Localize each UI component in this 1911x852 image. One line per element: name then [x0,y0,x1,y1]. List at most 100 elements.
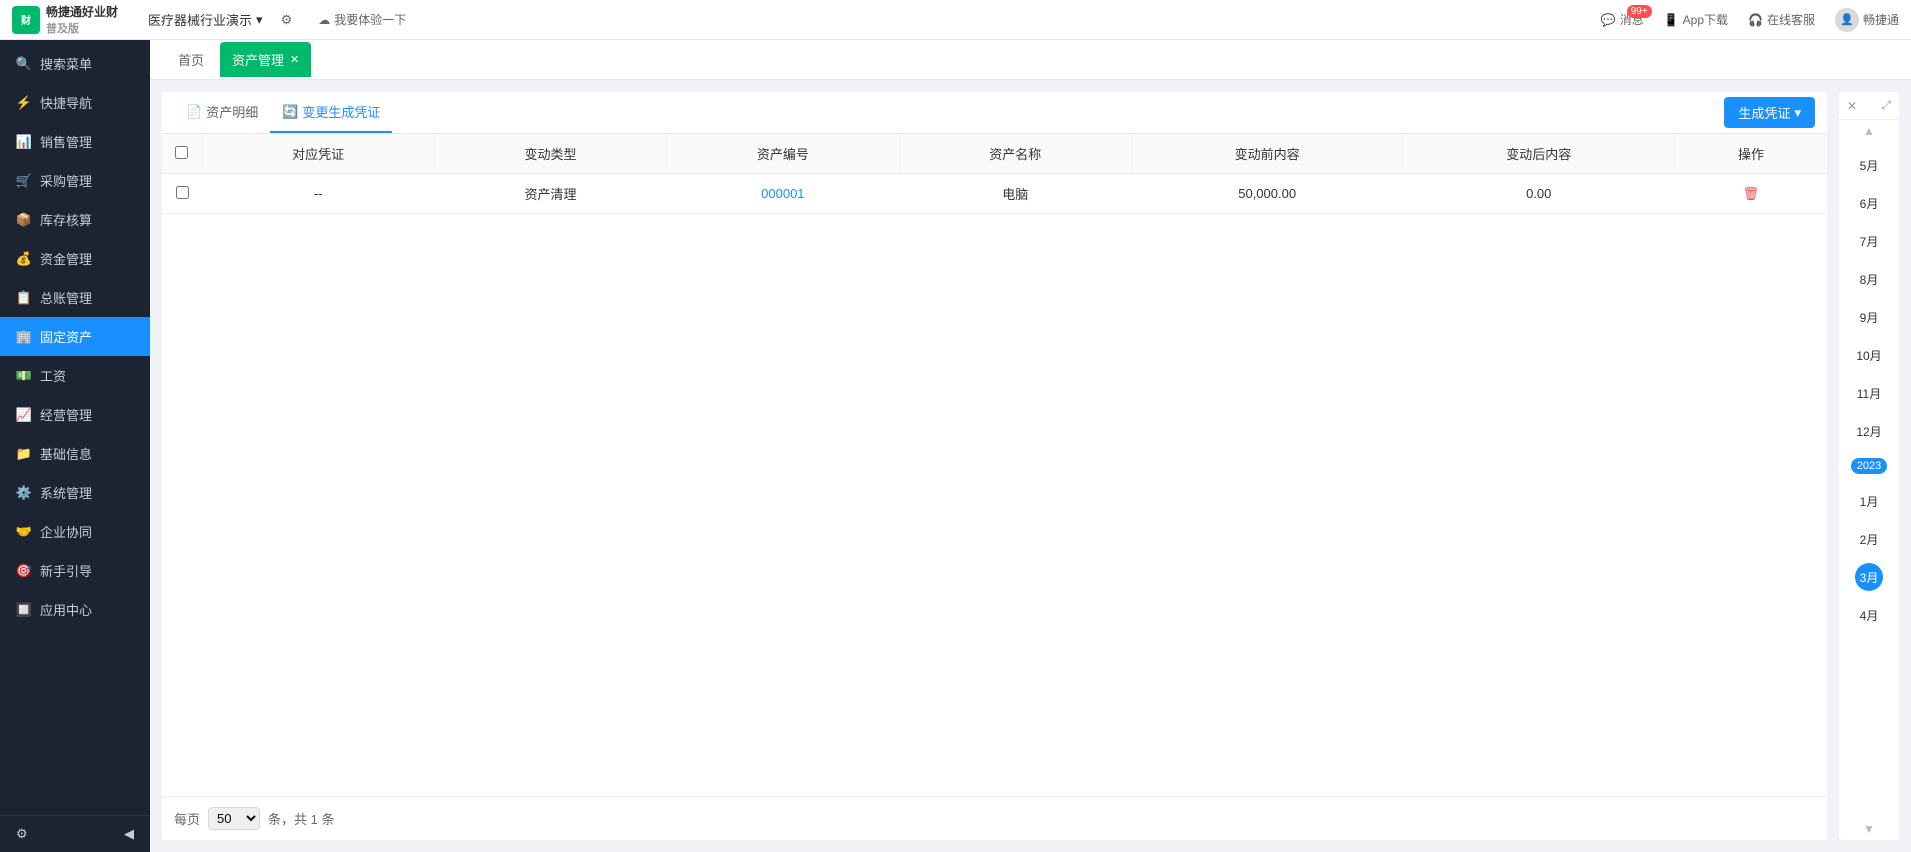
sidebar-item-purchase[interactable]: 🛒 采购管理 [0,161,150,200]
finance-icon: 💰 [16,251,32,267]
app-download-action[interactable]: 📱 App下载 [1664,11,1728,28]
logo-icon: 财 [12,6,40,34]
enterprise-icon: 🤝 [16,524,32,540]
sidebar-item-payroll[interactable]: 💵 工资 [0,356,150,395]
sidebar-item-guide-label: 新手引导 [40,561,92,580]
tab-home-label: 首页 [178,53,204,68]
header-asset-name: 资产名称 [899,134,1131,174]
sidebar-item-enterprise[interactable]: 🤝 企业协同 [0,512,150,551]
sales-icon: 📊 [16,134,32,150]
scroll-up-arrow[interactable]: ▲ [1839,120,1899,142]
sidebar-item-sales-label: 销售管理 [40,132,92,151]
quicknav-icon: ⚡ [16,95,32,111]
timeline-month-11[interactable]: 11月 [1839,374,1899,412]
year-2023-section: 2023 [1839,450,1899,482]
row-operation: 🗑 [1675,174,1827,214]
month-2023-4-circle: 4月 [1855,601,1883,629]
service-icon: 🎧 [1748,13,1763,27]
system-icon: ⚙️ [16,485,32,501]
sidebar-item-ledger[interactable]: 📋 总账管理 [0,278,150,317]
delete-icon[interactable]: 🗑 [1743,186,1760,201]
timeline-month-5[interactable]: 5月 [1839,146,1899,184]
per-page-select[interactable]: 10 20 50 100 [208,807,260,830]
timeline-month-12[interactable]: 12月 [1839,412,1899,450]
sidebar-item-app-center[interactable]: 🔲 应用中心 [0,590,150,629]
user-action[interactable]: 👤 畅捷通 [1835,8,1899,32]
row-asset-code[interactable]: 000001 [667,174,899,214]
app-logo: 财 畅捷通好业财 普及版 [12,3,118,36]
sidebar-item-purchase-label: 采购管理 [40,171,92,190]
avatar: 👤 [1835,8,1859,32]
settings-icon[interactable]: ⚙ [281,12,293,28]
sidebar-item-operations-label: 经营管理 [40,405,92,424]
sidebar-item-quicknav[interactable]: ⚡ 快捷导航 [0,83,150,122]
timeline-month-2023-3[interactable]: 3月 [1839,558,1899,596]
sub-tab-change-voucher[interactable]: 🔄 变更生成凭证 [270,92,392,133]
sub-tabs: 📄 资产明细 🔄 变更生成凭证 生成凭证 ▾ [162,92,1827,134]
sidebar-item-ledger-label: 总账管理 [40,288,92,307]
logo-area: 畅捷通好业财 普及版 [46,3,118,36]
tab-asset-mgmt[interactable]: 资产管理 ✕ [220,42,311,77]
sidebar-item-system[interactable]: ⚙️ 系统管理 [0,473,150,512]
sidebar-item-quicknav-label: 快捷导航 [40,93,92,112]
top-header: 财 畅捷通好业财 普及版 医疗器械行业演示 ▾ ⚙ ☁ 我要体验一下 💬 消息 … [0,0,1911,40]
year-2023-tag[interactable]: 2023 [1851,458,1887,474]
tab-home[interactable]: 首页 [166,42,216,77]
timeline-month-7[interactable]: 7月 [1839,222,1899,260]
sidebar-item-sales[interactable]: 📊 销售管理 [0,122,150,161]
timeline-month-2023-1[interactable]: 1月 [1839,482,1899,520]
per-page-label: 每页 [174,809,200,828]
sub-tab-asset-detail[interactable]: 📄 资产明细 [174,92,270,133]
sub-tabs-actions: 生成凭证 ▾ [1724,97,1815,128]
month-2023-1-circle: 1月 [1855,487,1883,515]
sidebar-collapse-icon[interactable]: ◀ [124,826,134,842]
table-wrapper: 对应凭证 变动类型 资产编号 资产名称 变动前内容 变动后内容 操作 [162,134,1827,796]
online-service-action[interactable]: 🎧 在线客服 [1748,11,1815,28]
messages-action[interactable]: 💬 消息 99+ [1601,11,1644,28]
timeline-month-2023-2[interactable]: 2月 [1839,520,1899,558]
guide-icon: 🎯 [16,563,32,579]
fixed-assets-icon: 🏢 [16,329,32,345]
sidebar-settings-icon[interactable]: ⚙ [16,826,28,842]
sidebar-item-finance[interactable]: 💰 资金管理 [0,239,150,278]
generate-voucher-dropdown-icon: ▾ [1794,105,1801,121]
sidebar-item-inventory[interactable]: 📦 库存核算 [0,200,150,239]
timeline-month-10[interactable]: 10月 [1839,336,1899,374]
timeline-month-8[interactable]: 8月 [1839,260,1899,298]
sidebar-item-basic-info[interactable]: 📁 基础信息 [0,434,150,473]
row-asset-name: 电脑 [899,174,1131,214]
main-layout: 🔍 搜索菜单 ⚡ 快捷导航 📊 销售管理 🛒 采购管理 📦 库存核算 💰 [0,40,1911,852]
tab-close-icon[interactable]: ✕ [290,53,299,66]
table-row: -- 资产清理 000001 电脑 50,000.00 0.00 🗑 [162,174,1827,214]
sidebar: 🔍 搜索菜单 ⚡ 快捷导航 📊 销售管理 🛒 采购管理 📦 库存核算 💰 [0,40,150,852]
experience-button[interactable]: ☁ 我要体验一下 [318,11,406,28]
company-selector[interactable]: 医疗器械行业演示 ▾ [148,10,263,29]
timeline-month-6[interactable]: 6月 [1839,184,1899,222]
sidebar-item-fixed-assets[interactable]: 🏢 固定资产 [0,317,150,356]
sidebar-item-guide[interactable]: 🎯 新手引导 [0,551,150,590]
timeline-month-2023-4[interactable]: 4月 [1839,596,1899,634]
content-area: 首页 资产管理 ✕ 📄 资产明细 🔄 变更生成凭证 [150,40,1911,852]
user-name: 畅捷通 [1863,11,1899,28]
select-all-checkbox[interactable] [175,146,188,159]
row-checkbox[interactable] [176,186,189,199]
timeline-expand-icon[interactable]: ⤢ [1881,98,1891,113]
sidebar-item-operations[interactable]: 📈 经营管理 [0,395,150,434]
scroll-down-arrow[interactable]: ▼ [1839,818,1899,840]
operations-icon: 📈 [16,407,32,423]
month-8-circle: 8月 [1855,265,1883,293]
header-checkbox-cell [162,134,202,174]
timeline-close-icon[interactable]: ✕ [1847,99,1857,113]
sidebar-item-search[interactable]: 🔍 搜索菜单 [0,44,150,83]
table-header: 对应凭证 变动类型 资产编号 资产名称 变动前内容 变动后内容 操作 [162,134,1827,174]
month-5-circle: 5月 [1855,151,1883,179]
sidebar-item-inventory-label: 库存核算 [40,210,92,229]
sidebar-item-enterprise-label: 企业协同 [40,522,92,541]
month-2023-2-circle: 2月 [1855,525,1883,553]
timeline-month-9[interactable]: 9月 [1839,298,1899,336]
download-icon: 📱 [1664,13,1679,27]
header-voucher: 对应凭证 [202,134,434,174]
cloud-icon: ☁ [318,13,330,27]
generate-voucher-button[interactable]: 生成凭证 ▾ [1724,97,1815,128]
header-asset-code: 资产编号 [667,134,899,174]
